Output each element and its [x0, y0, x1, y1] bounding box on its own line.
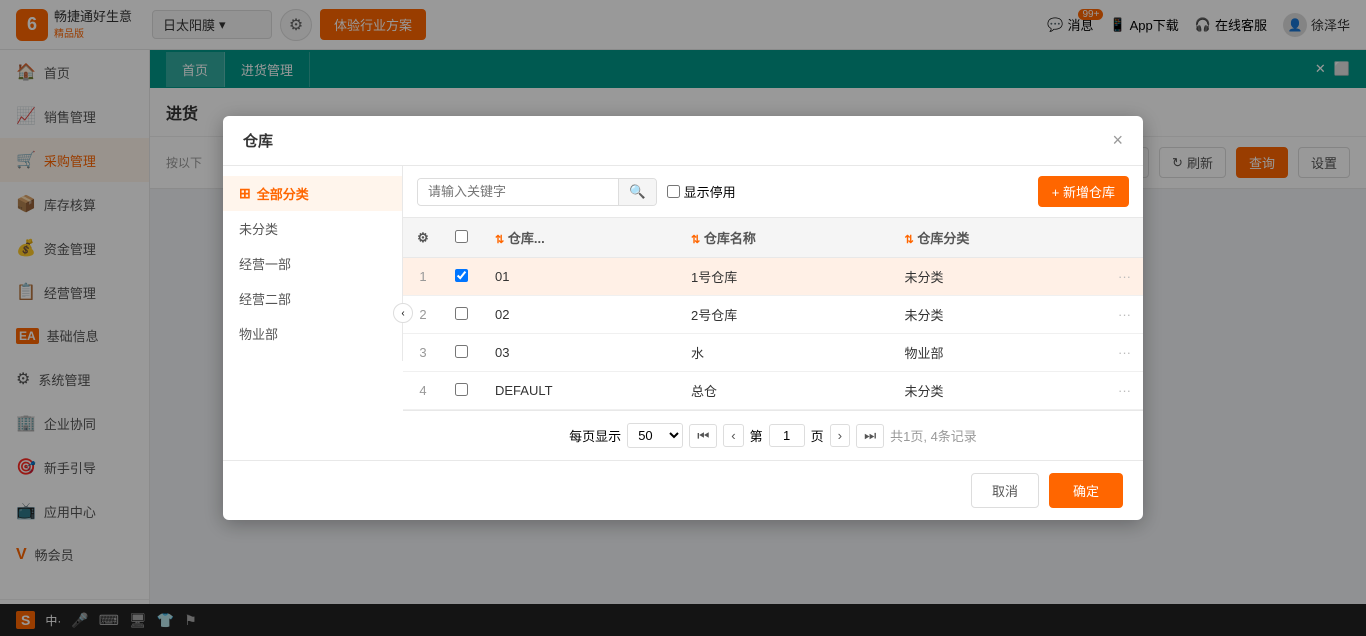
row-checkbox-cell — [443, 296, 483, 334]
last-page-button[interactable]: ⏭ — [856, 424, 884, 448]
per-page-select[interactable]: 50 100 — [627, 423, 683, 448]
category-item-unclassified[interactable]: 未分类 — [223, 211, 402, 246]
col-settings: ⚙ — [403, 218, 443, 258]
row-action-button[interactable]: ··· — [1106, 334, 1143, 372]
page-input[interactable] — [769, 424, 805, 447]
row-number: 3 — [403, 334, 443, 372]
category-item-property[interactable]: 物业部 — [223, 316, 402, 351]
modal-footer: 取消 确定 — [223, 460, 1143, 520]
total-info: 共1页, 4条记录 — [890, 426, 977, 445]
select-all-checkbox[interactable] — [455, 230, 468, 243]
row-number: 1 — [403, 258, 443, 296]
table-toolbar: 🔍 显示停用 + 新增仓库 — [403, 166, 1143, 218]
row-checkbox-cell — [443, 372, 483, 410]
data-table: ⚙ ⇅ 仓库... ⇅ — [403, 218, 1143, 410]
row-name: 1号仓库 — [679, 258, 893, 296]
category-item-ops1[interactable]: 经营一部 — [223, 246, 402, 281]
table-body: 1 01 1号仓库 未分类 ··· 2 02 2号仓库 未分类 ··· 3 03… — [403, 258, 1143, 410]
table-row[interactable]: 4 DEFAULT 总仓 未分类 ··· — [403, 372, 1143, 410]
show-disabled-label: 显示停用 — [684, 182, 736, 201]
row-checkbox-cell — [443, 258, 483, 296]
show-disabled-checkbox-wrap[interactable]: 显示停用 — [667, 182, 736, 201]
sort-icon: ⇅ — [904, 234, 913, 246]
row-checkbox-cell — [443, 334, 483, 372]
col-warehouse-name: ⇅ 仓库名称 — [679, 218, 893, 258]
modal-overlay: 仓库 × ⊞ 全部分类 未分类 经营一部 — [0, 0, 1366, 636]
search-input-wrap: 🔍 — [417, 178, 657, 206]
row-number: 4 — [403, 372, 443, 410]
row-category: 未分类 — [892, 258, 1106, 296]
row-name: 总仓 — [679, 372, 893, 410]
row-action-button[interactable]: ··· — [1106, 258, 1143, 296]
row-checkbox[interactable] — [455, 383, 468, 396]
modal-close-button[interactable]: × — [1112, 130, 1123, 151]
sort-icon: ⇅ — [691, 234, 700, 246]
settings-icon: ⚙ — [417, 230, 429, 245]
category-item-ops2[interactable]: 经营二部 — [223, 281, 402, 316]
page-label: 第 — [750, 426, 763, 445]
first-page-button[interactable]: ⏮ — [689, 424, 717, 448]
search-input[interactable] — [418, 179, 618, 204]
row-code: DEFAULT — [483, 372, 679, 410]
cancel-button[interactable]: 取消 — [971, 473, 1039, 508]
row-category: 未分类 — [892, 296, 1106, 334]
modal-body: ⊞ 全部分类 未分类 经营一部 经营二部 物业部 — [223, 166, 1143, 460]
modal-header: 仓库 × — [223, 116, 1143, 166]
row-action-button[interactable]: ··· — [1106, 296, 1143, 334]
confirm-button[interactable]: 确定 — [1049, 473, 1123, 508]
warehouse-modal: 仓库 × ⊞ 全部分类 未分类 经营一部 — [223, 116, 1143, 520]
row-category: 物业部 — [892, 334, 1106, 372]
row-name: 水 — [679, 334, 893, 372]
row-category: 未分类 — [892, 372, 1106, 410]
table-row[interactable]: 2 02 2号仓库 未分类 ··· — [403, 296, 1143, 334]
grid-icon: ⊞ — [239, 185, 251, 202]
new-warehouse-button[interactable]: + 新增仓库 — [1038, 176, 1129, 207]
row-checkbox[interactable] — [455, 345, 468, 358]
category-panel: ⊞ 全部分类 未分类 经营一部 经营二部 物业部 — [223, 166, 403, 361]
table-panel: 🔍 显示停用 + 新增仓库 ⚙ — [403, 166, 1143, 460]
row-action-button[interactable]: ··· — [1106, 372, 1143, 410]
pagination: 每页显示 50 100 ⏮ ‹ 第 页 › ⏭ 共1页, 4条记录 — [403, 410, 1143, 460]
col-warehouse-category: ⇅ 仓库分类 — [892, 218, 1106, 258]
row-checkbox[interactable] — [455, 307, 468, 320]
page-suffix: 页 — [811, 426, 824, 445]
row-name: 2号仓库 — [679, 296, 893, 334]
prev-page-button[interactable]: ‹ — [723, 424, 743, 447]
sort-icon: ⇅ — [495, 234, 504, 246]
collapse-panel-button[interactable]: ‹ — [393, 303, 413, 323]
col-action — [1106, 218, 1143, 258]
row-code: 01 — [483, 258, 679, 296]
modal-title: 仓库 — [243, 130, 273, 151]
table-row[interactable]: 3 03 水 物业部 ··· — [403, 334, 1143, 372]
per-page-label: 每页显示 — [569, 426, 621, 445]
table-row[interactable]: 1 01 1号仓库 未分类 ··· — [403, 258, 1143, 296]
col-checkbox — [443, 218, 483, 258]
col-warehouse-code: ⇅ 仓库... — [483, 218, 679, 258]
table-header-row: ⚙ ⇅ 仓库... ⇅ — [403, 218, 1143, 258]
search-button[interactable]: 🔍 — [618, 179, 656, 205]
show-disabled-checkbox[interactable] — [667, 185, 680, 198]
category-panel-wrap: ⊞ 全部分类 未分类 经营一部 经营二部 物业部 — [223, 166, 403, 460]
category-all[interactable]: ⊞ 全部分类 — [223, 176, 402, 211]
row-code: 03 — [483, 334, 679, 372]
row-checkbox[interactable] — [455, 269, 468, 282]
category-all-label: 全部分类 — [257, 184, 309, 203]
row-code: 02 — [483, 296, 679, 334]
next-page-button[interactable]: › — [830, 424, 850, 447]
warehouse-table: ⚙ ⇅ 仓库... ⇅ — [403, 218, 1143, 410]
